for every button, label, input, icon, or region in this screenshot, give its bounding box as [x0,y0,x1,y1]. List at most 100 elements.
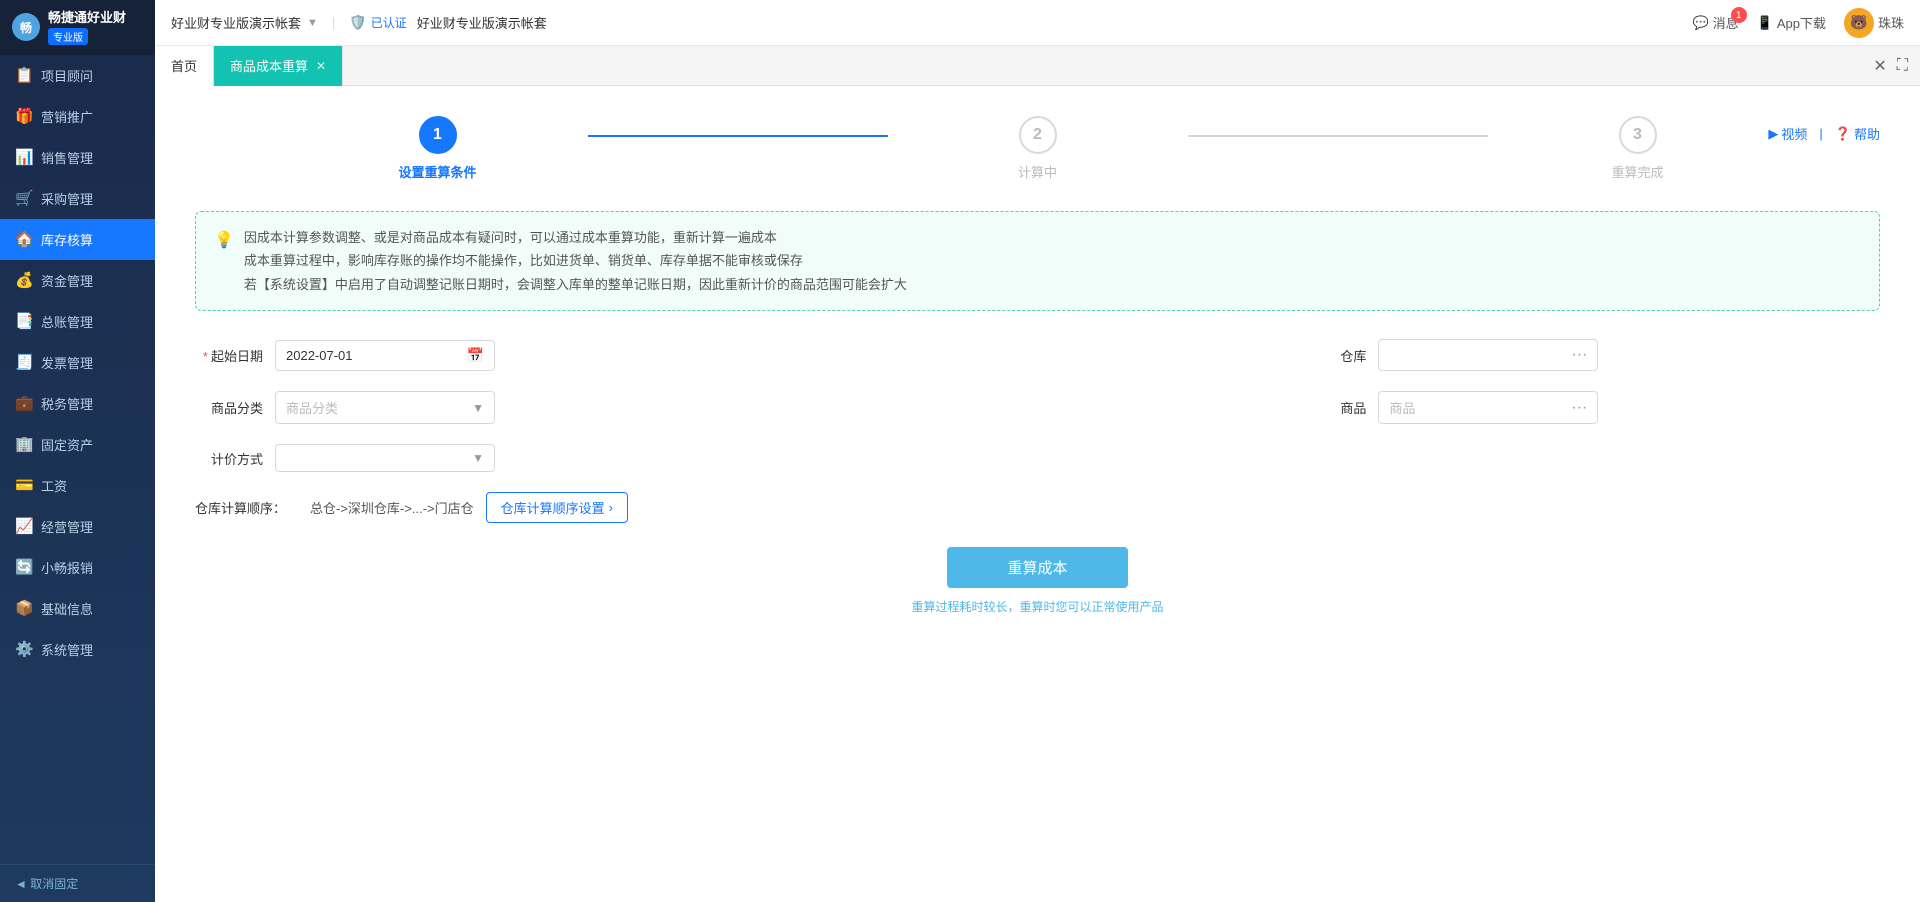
logo-icon: 畅 [12,13,40,41]
help-link[interactable]: ❓ 帮助 [1835,124,1880,143]
sidebar-item-basic[interactable]: 📦 基础信息 [0,588,155,629]
tab-right-controls: ✕ ⛶ [1873,56,1920,76]
recalc-hint: 重算过程耗时较长，重算时您可以正常使用产品 [911,598,1163,615]
pricing-row: 计价方式 ▼ [195,444,1880,472]
category-select[interactable]: 商品分类 ▼ [275,391,495,424]
sidebar-item-label: 基础信息 [41,599,93,618]
sidebar-item-invoice[interactable]: 🧾 发票管理 [0,342,155,383]
stepper: 1 设置重算条件 2 计算中 3 重算完成 ▶ 视频 [195,116,1880,181]
sidebar-logo: 畅 畅捷通好业财 专业版 [0,0,155,55]
sidebar-item-marketing[interactable]: 🎁 营销推广 [0,96,155,137]
sidebar-item-label: 税务管理 [41,394,93,413]
product-label: 商品 [1318,398,1378,417]
sidebar-item-sales[interactable]: 📊 销售管理 [0,137,155,178]
sidebar: 畅 畅捷通好业财 专业版 📋 项目顾问 🎁 营销推广 📊 销售管理 🛒 采购管理… [0,0,155,902]
sidebar-item-label: 资金管理 [41,271,93,290]
sidebar-item-assets[interactable]: 🏢 固定资产 [0,424,155,465]
sidebar-nav: 📋 项目顾问 🎁 营销推广 📊 销售管理 🛒 采购管理 🏠 库存核算 💰 资金管… [0,55,155,864]
sidebar-item-purchase[interactable]: 🛒 采购管理 [0,178,155,219]
sidebar-item-label: 固定资产 [41,435,93,454]
user-avatar[interactable]: 🐻 珠珠 [1844,8,1904,38]
sidebar-item-inventory[interactable]: 🏠 库存核算 [0,219,155,260]
sidebar-item-label: 工资 [41,476,67,495]
sidebar-item-project[interactable]: 📋 项目顾问 [0,55,155,96]
category-placeholder: 商品分类 [286,398,338,417]
message-icon: 💬 [1692,15,1708,31]
app-download-button[interactable]: 📱 App下载 [1757,13,1826,32]
topbar-actions: 💬 消息 1 📱 App下载 🐻 珠珠 [1692,8,1904,38]
tab-home[interactable]: 首页 [155,46,214,86]
tab-cost-recalc-label: 商品成本重算 [230,56,308,75]
pricing-select[interactable]: ▼ [275,444,495,472]
product-more-icon[interactable]: ··· [1571,399,1587,417]
warehouse-more-icon[interactable]: ··· [1571,346,1587,364]
sidebar-item-system[interactable]: ⚙️ 系统管理 [0,629,155,670]
sidebar-item-accounting[interactable]: 📑 总账管理 [0,301,155,342]
message-badge: 1 [1731,7,1747,23]
verified-badge: 🛡️ 已认证 [349,14,406,31]
recalc-btn-label: 重算成本 [1007,560,1067,577]
assets-icon: 🏢 [15,435,33,453]
sidebar-item-label: 采购管理 [41,189,93,208]
product-input[interactable]: 商品 ··· [1378,391,1598,424]
pricing-label: 计价方式 [195,449,275,468]
sidebar-item-label: 发票管理 [41,353,93,372]
chevron-right-icon: › [609,500,613,515]
tab-cost-recalc[interactable]: 商品成本重算 ✕ [214,46,343,86]
expand-icon[interactable]: ⛶ [1897,57,1908,75]
marketing-icon: 🎁 [15,107,33,125]
purchase-icon: 🛒 [15,189,33,207]
warehouse-order-settings-button[interactable]: 仓库计算顺序设置 › [486,492,628,523]
category-label: 商品分类 [195,398,275,417]
sidebar-item-label: 小畅报销 [41,558,93,577]
step-3: 3 重算完成 [1488,116,1788,181]
logo-title: 畅捷通好业财 [48,10,126,26]
content-area: 1 设置重算条件 2 计算中 3 重算完成 ▶ 视频 [155,86,1920,902]
close-window-icon[interactable]: ✕ [1873,56,1886,76]
help-icon: ❓ [1835,126,1851,142]
info-line-1: 因成本计算参数调整、或是对商品成本有疑问时，可以通过成本重算功能，重新计算一遍成… [244,226,907,249]
sidebar-unpin-button[interactable]: ◄ 取消固定 [0,864,155,902]
sidebar-item-finance[interactable]: 💰 资金管理 [0,260,155,301]
sidebar-item-operations[interactable]: 📈 经营管理 [0,506,155,547]
inventory-icon: 🏠 [15,230,33,248]
step-2-circle: 2 [1019,116,1057,154]
accounting-icon: 📑 [15,312,33,330]
start-date-value: 2022-07-01 [286,348,353,363]
video-help-link[interactable]: ▶ 视频 [1768,124,1807,143]
warehouse-order-btn-label: 仓库计算顺序设置 [501,498,605,517]
warehouse-field: 仓库 ··· [1318,339,1880,371]
category-chevron-icon: ▼ [472,401,484,415]
warehouse-input[interactable]: ··· [1378,339,1598,371]
step-line-1 [588,135,888,137]
sidebar-item-salary[interactable]: 💳 工资 [0,465,155,506]
start-date-field: 起始日期 2022-07-01 📅 [195,340,757,371]
sidebar-item-label: 销售管理 [41,148,93,167]
info-line-2: 成本重算过程中，影响库存账的操作均不能操作，比如进货单、销货单、库存单据不能审核… [244,249,907,272]
user-name: 珠珠 [1878,13,1904,32]
sidebar-item-label: 总账管理 [41,312,93,331]
company-name: 好业财专业版演示帐套 [417,13,547,32]
sidebar-item-label: 营销推广 [41,107,93,126]
tab-close-icon[interactable]: ✕ [316,59,326,73]
shield-icon: 🛡️ [349,14,366,31]
start-date-input[interactable]: 2022-07-01 📅 [275,340,495,371]
sidebar-item-expense[interactable]: 🔄 小畅报销 [0,547,155,588]
recalc-section: 重算成本 重算过程耗时较长，重算时您可以正常使用产品 [195,547,1880,615]
main-area: 好业财专业版演示帐套 ▼ | 🛡️ 已认证 好业财专业版演示帐套 💬 消息 1 … [155,0,1920,902]
calendar-icon[interactable]: 📅 [467,347,484,364]
operations-icon: 📈 [15,517,33,535]
step-3-circle: 3 [1619,116,1657,154]
company-selector[interactable]: 好业财专业版演示帐套 ▼ [171,13,318,32]
message-button[interactable]: 💬 消息 1 [1692,13,1738,32]
sidebar-item-tax[interactable]: 💼 税务管理 [0,383,155,424]
step-1-label: 设置重算条件 [398,162,476,181]
form-row-2: 商品分类 商品分类 ▼ 商品 商品 ··· [195,391,1880,424]
product-placeholder: 商品 [1389,398,1415,417]
recalc-button[interactable]: 重算成本 [947,547,1127,588]
step-2-label: 计算中 [1018,162,1057,181]
product-field: 商品 商品 ··· [1318,391,1880,424]
sidebar-item-label: 库存核算 [41,230,93,249]
info-icon: 💡 [214,227,234,296]
form-row-1: 起始日期 2022-07-01 📅 仓库 ··· [195,339,1880,371]
